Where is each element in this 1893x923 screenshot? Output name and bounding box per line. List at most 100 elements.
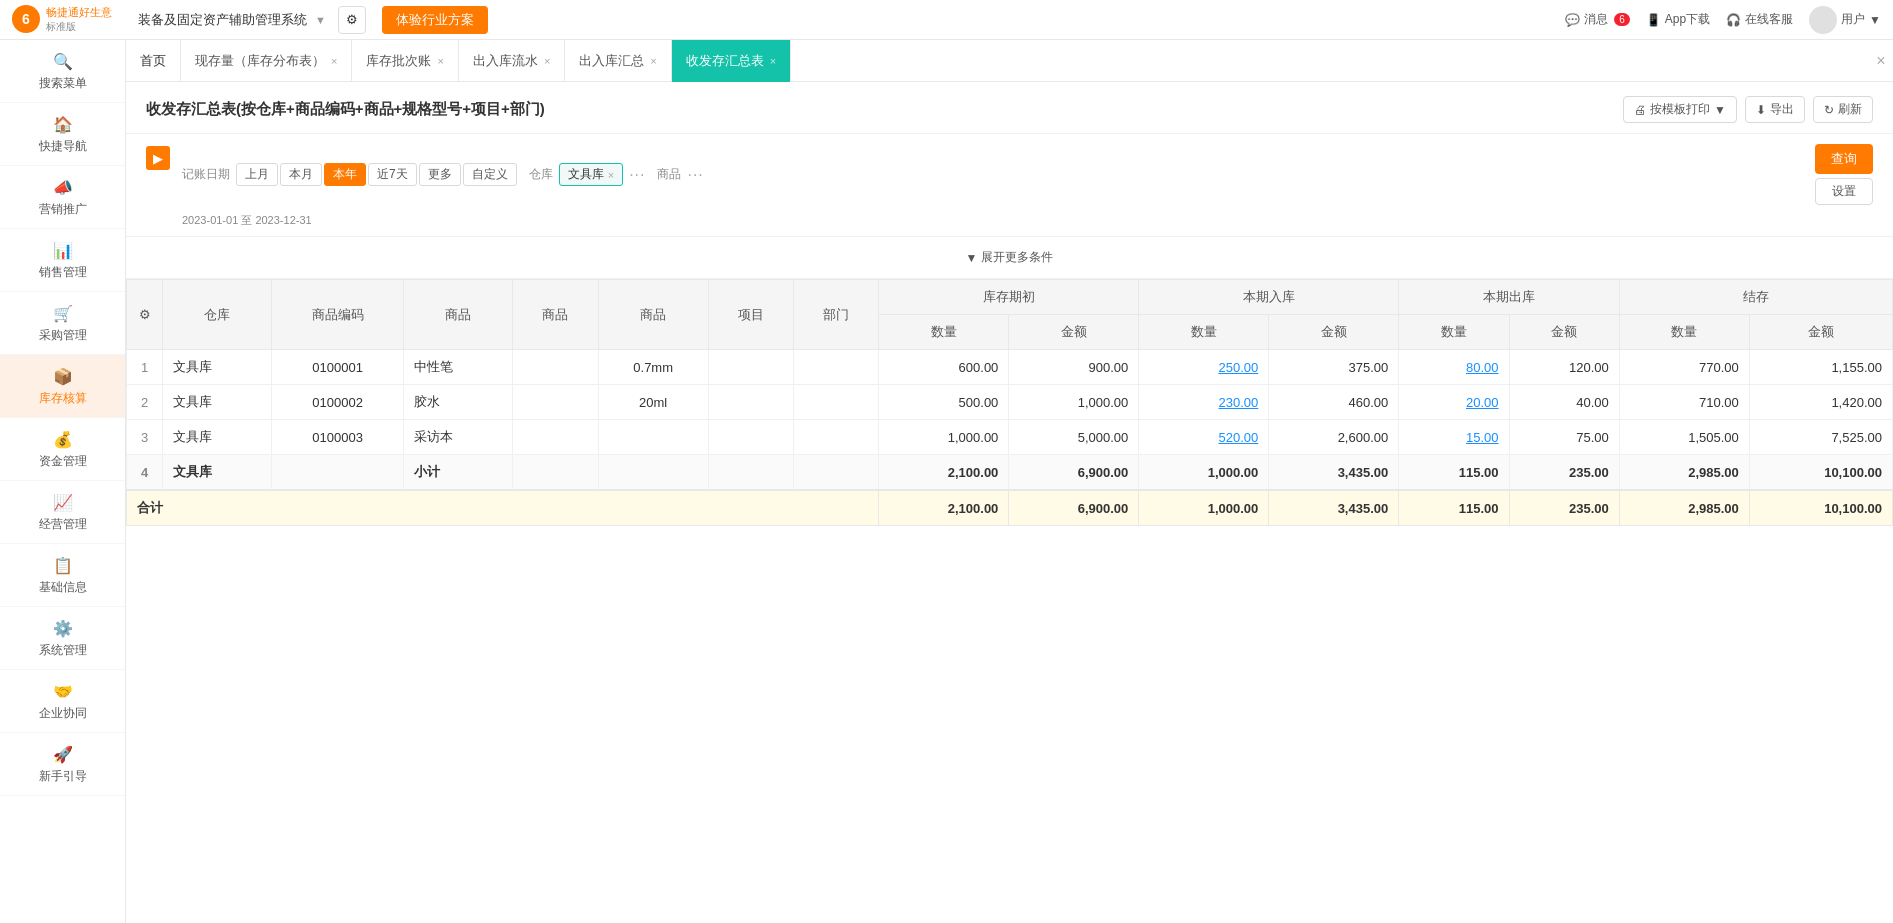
last-month-btn[interactable]: 上月 <box>236 163 278 186</box>
tab-close-batch[interactable]: × <box>437 55 443 67</box>
row-project-3 <box>708 455 793 491</box>
row-open-qty-1: 500.00 <box>879 385 1009 420</box>
footer-in-qty: 1,000.00 <box>1139 490 1269 526</box>
out-qty-link-2[interactable]: 15.00 <box>1466 430 1499 445</box>
row-in-qty-0[interactable]: 250.00 <box>1139 350 1269 385</box>
7days-btn[interactable]: 近7天 <box>368 163 417 186</box>
out-qty-link-1[interactable]: 20.00 <box>1466 395 1499 410</box>
row-open-qty-0: 600.00 <box>879 350 1009 385</box>
row-in-qty-1[interactable]: 230.00 <box>1139 385 1269 420</box>
refresh-label: 刷新 <box>1838 101 1862 118</box>
print-dropdown-icon: ▼ <box>1714 103 1726 117</box>
dropdown-icon[interactable]: ▼ <box>315 14 326 26</box>
print-icon: 🖨 <box>1634 103 1646 117</box>
col-name-header: 商品 <box>404 280 513 350</box>
quick-icon: 🏠 <box>53 115 73 134</box>
recv-summary-label: 收发存汇总表 <box>686 52 764 70</box>
export-button[interactable]: ⬇ 导出 <box>1745 96 1805 123</box>
sidebar-item-operation[interactable]: 📈 经营管理 <box>0 481 125 544</box>
row-code-1: 0100002 <box>271 385 403 420</box>
user-avatar <box>1809 6 1837 34</box>
row-spec-3 <box>513 455 598 491</box>
sidebar-item-purchase[interactable]: 🛒 采购管理 <box>0 292 125 355</box>
in-qty-link-2[interactable]: 520.00 <box>1219 430 1259 445</box>
warehouse-tag[interactable]: 文具库 × <box>559 163 623 186</box>
table-footer-row: 合计 2,100.00 6,900.00 1,000.00 3,435.00 1… <box>127 490 1893 526</box>
row-project-0 <box>708 350 793 385</box>
tab-summary[interactable]: 出入库汇总 × <box>565 40 671 82</box>
in-qty-link-0[interactable]: 250.00 <box>1219 360 1259 375</box>
sidebar-item-finance[interactable]: 💰 资金管理 <box>0 418 125 481</box>
refresh-button[interactable]: ↻ 刷新 <box>1813 96 1873 123</box>
sidebar-item-search[interactable]: 🔍 搜索菜单 <box>0 40 125 103</box>
row-name-2: 采访本 <box>404 420 513 455</box>
expand-button[interactable]: ▼ 展开更多条件 <box>958 245 1062 270</box>
custom-date-btn[interactable]: 自定义 <box>463 163 517 186</box>
logo-icon: 6 <box>12 5 40 33</box>
online-service-group[interactable]: 🎧 在线客服 <box>1726 11 1793 28</box>
col-in-header: 本期入库 <box>1139 280 1399 315</box>
tab-close-recv-summary[interactable]: × <box>770 55 776 67</box>
col-close-amt: 金额 <box>1749 315 1892 350</box>
message-badge: 6 <box>1614 13 1630 26</box>
product-ellipsis[interactable]: ··· <box>687 166 703 184</box>
this-year-btn[interactable]: 本年 <box>324 163 366 186</box>
sidebar-item-marketing[interactable]: 📣 营销推广 <box>0 166 125 229</box>
row-out-qty-2[interactable]: 15.00 <box>1399 420 1509 455</box>
page-header: 收发存汇总表(按仓库+商品编码+商品+规格型号+项目+部门) 🖨 按模板打印 ▼… <box>126 82 1893 134</box>
footer-out-amt: 235.00 <box>1509 490 1619 526</box>
app-download-group[interactable]: 📱 App下载 <box>1646 11 1710 28</box>
tab-flow[interactable]: 出入库流水 × <box>459 40 565 82</box>
warehouse-ellipsis[interactable]: ··· <box>629 166 645 184</box>
sidebar-item-enterprise[interactable]: 🤝 企业协同 <box>0 670 125 733</box>
tab-home[interactable]: 首页 <box>126 40 181 82</box>
sidebar-item-quick[interactable]: 🏠 快捷导航 <box>0 103 125 166</box>
this-month-btn[interactable]: 本月 <box>280 163 322 186</box>
print-button[interactable]: 🖨 按模板打印 ▼ <box>1623 96 1737 123</box>
settings-button[interactable]: 设置 <box>1815 178 1873 205</box>
tab-close-summary[interactable]: × <box>650 55 656 67</box>
sidebar-item-guide[interactable]: 🚀 新手引导 <box>0 733 125 796</box>
row-close-qty-0: 770.00 <box>1619 350 1749 385</box>
sidebar-purchase-label: 采购管理 <box>39 327 87 344</box>
row-open-qty-2: 1,000.00 <box>879 420 1009 455</box>
system-icon: ⚙️ <box>53 619 73 638</box>
user-group[interactable]: 用户 ▼ <box>1809 6 1881 34</box>
tab-recv-summary[interactable]: 收发存汇总表 × <box>672 40 791 82</box>
headset-icon: 🎧 <box>1726 13 1741 27</box>
message-group[interactable]: 💬 消息 6 <box>1565 11 1630 28</box>
window-close-btn[interactable]: × <box>1869 49 1893 73</box>
out-qty-link-0[interactable]: 80.00 <box>1466 360 1499 375</box>
row-in-qty-2[interactable]: 520.00 <box>1139 420 1269 455</box>
in-qty-link-1[interactable]: 230.00 <box>1219 395 1259 410</box>
sidebar-item-sales[interactable]: 📊 销售管理 <box>0 229 125 292</box>
col-settings[interactable]: ⚙ <box>127 280 163 350</box>
user-dropdown-icon: ▼ <box>1869 13 1881 27</box>
sidebar-item-inventory[interactable]: 📦 库存核算 <box>0 355 125 418</box>
col-project-header: 项目 <box>708 280 793 350</box>
warehouse-label: 仓库 <box>529 166 553 183</box>
warehouse-tag-text: 文具库 <box>568 166 604 183</box>
row-model-2 <box>598 420 708 455</box>
warehouse-tag-close[interactable]: × <box>608 169 614 181</box>
filter-toggle-btn[interactable]: ▶ <box>146 146 170 170</box>
more-date-btn[interactable]: 更多 <box>419 163 461 186</box>
tab-batch[interactable]: 库存批次账 × <box>352 40 458 82</box>
row-out-amt-3: 235.00 <box>1509 455 1619 491</box>
sidebar-item-system[interactable]: ⚙️ 系统管理 <box>0 607 125 670</box>
row-open-amt-0: 900.00 <box>1009 350 1139 385</box>
finance-icon: 💰 <box>53 430 73 449</box>
tab-close-stock-dist[interactable]: × <box>331 55 337 67</box>
row-out-qty-1[interactable]: 20.00 <box>1399 385 1509 420</box>
trial-button[interactable]: 体验行业方案 <box>382 6 488 34</box>
tab-close-flow[interactable]: × <box>544 55 550 67</box>
table-row: 4 文具库 小计 2,100.00 6,900.00 1,000.00 3,43… <box>127 455 1893 491</box>
col-in-qty: 数量 <box>1139 315 1269 350</box>
row-out-amt-2: 75.00 <box>1509 420 1619 455</box>
row-out-qty-0[interactable]: 80.00 <box>1399 350 1509 385</box>
query-button[interactable]: 查询 <box>1815 144 1873 174</box>
enterprise-icon: 🤝 <box>53 682 73 701</box>
sidebar-item-basic[interactable]: 📋 基础信息 <box>0 544 125 607</box>
settings-icon-btn[interactable]: ⚙ <box>338 6 366 34</box>
tab-stock-dist[interactable]: 现存量（库存分布表） × <box>181 40 352 82</box>
